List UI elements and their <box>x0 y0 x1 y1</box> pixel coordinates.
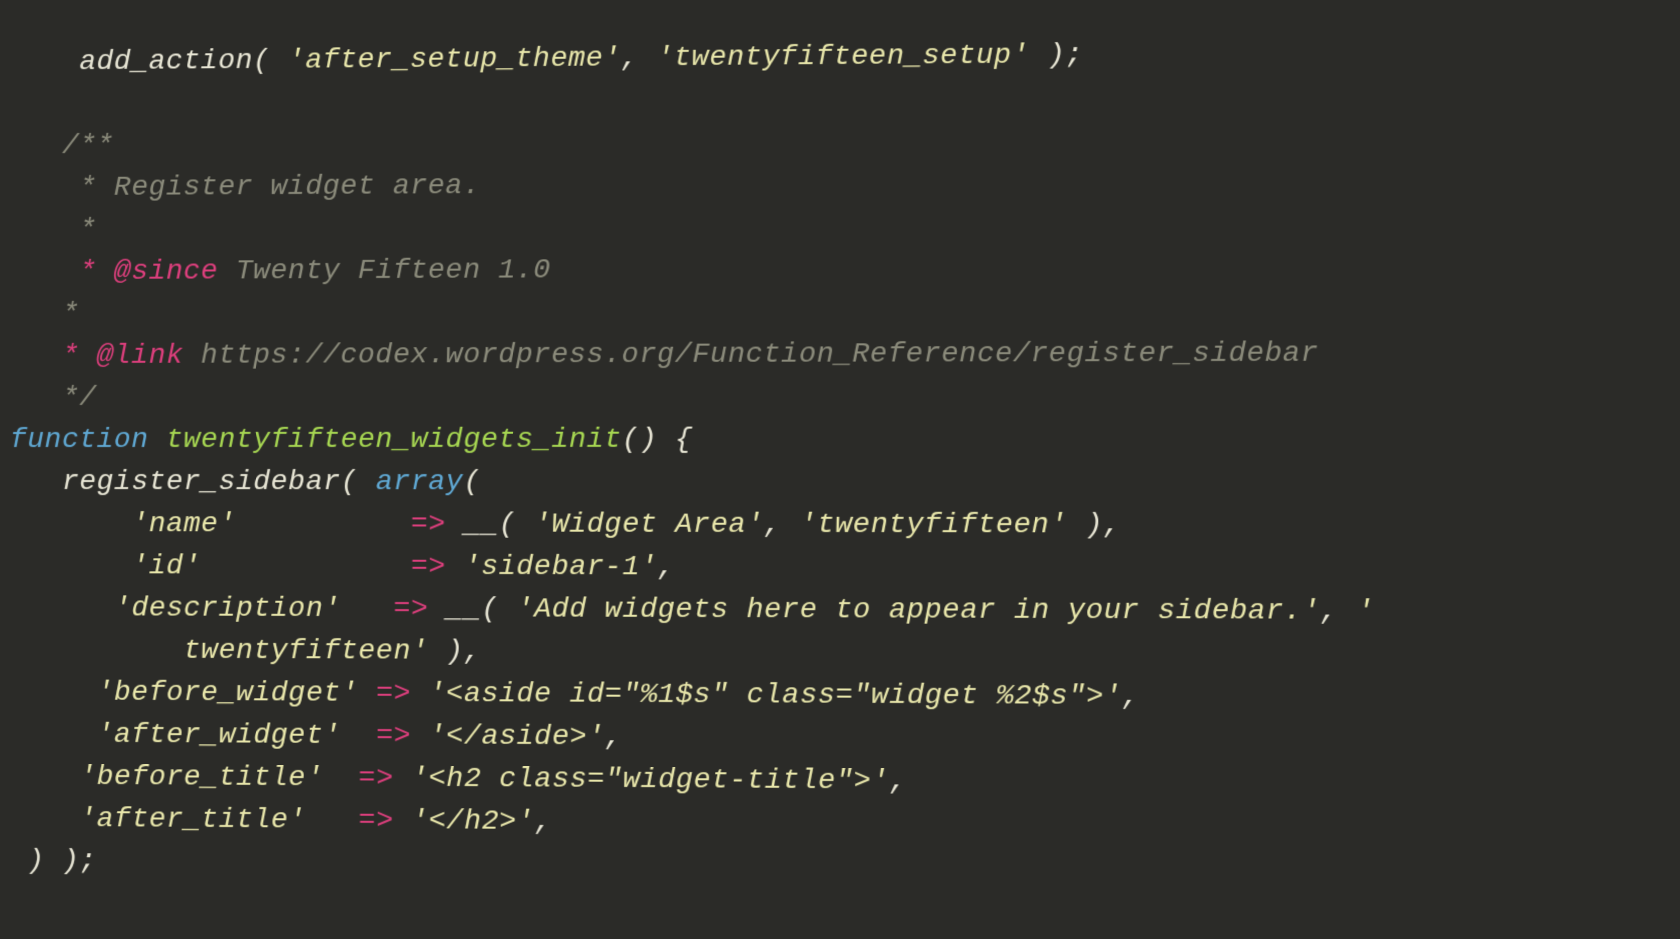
array-key: 'after_widget' <box>97 720 341 752</box>
arrow-op: => <box>376 679 411 710</box>
string-literal: '<aside id="%1$s" class="widget %2$s">' <box>429 679 1123 713</box>
string-literal: 'after_setup_theme' <box>288 43 621 76</box>
keyword-array: array <box>376 467 464 498</box>
arrow-op: => <box>411 509 446 540</box>
string-literal: '</h2>' <box>411 806 534 838</box>
code-line: * <box>10 215 97 246</box>
code-line: twentyfifteen' ), <box>10 635 481 668</box>
fn-call: __ <box>446 594 481 625</box>
string-literal: 'Add widgets here to appear in your side… <box>516 594 1320 628</box>
string-literal: twentyfifteen' <box>184 636 429 668</box>
fn-call: add_action <box>79 46 253 78</box>
code-line: 'before_widget' => '<aside id="%1$s" cla… <box>10 677 1140 713</box>
string-literal: 'Widget Area' <box>534 509 764 541</box>
array-key: 'after_title' <box>79 804 306 837</box>
arrow-op: => <box>358 763 393 794</box>
code-line: * <box>10 299 79 330</box>
fn-definition-name: twentyfifteen_widgets_init <box>166 425 622 456</box>
arrow-op: => <box>411 552 446 583</box>
doc-text: Twenty Fifteen 1.0 <box>218 255 551 287</box>
code-line: * Register widget area. <box>10 171 480 204</box>
closing-stmt: ) ); <box>27 846 96 878</box>
fn-call: __ <box>463 509 498 540</box>
code-line: 'name' => __( 'Widget Area', 'twentyfift… <box>10 509 1121 542</box>
array-key: 'name' <box>131 509 235 540</box>
code-line: 'id' => 'sidebar-1', <box>10 551 675 583</box>
doc-tag-link: * @link <box>45 341 184 372</box>
doc-comment-star: * <box>45 299 80 330</box>
arrow-op: => <box>359 806 394 838</box>
doc-tag-since: * @since <box>62 256 218 288</box>
array-key: 'description' <box>114 593 341 625</box>
doc-comment-line: * Register widget area. <box>62 171 480 204</box>
string-literal: '<h2 class="widget-title">' <box>411 764 889 798</box>
arrow-op: => <box>376 721 411 752</box>
code-content[interactable]: add_action( 'after_setup_theme', 'twenty… <box>10 30 1680 895</box>
code-line: 'after_title' => '</h2>', <box>10 804 552 839</box>
code-line: */ <box>10 383 97 414</box>
code-line: function twentyfifteen_widgets_init() { <box>10 425 693 456</box>
keyword-function: function <box>10 425 149 456</box>
code-line: 'after_widget' => '</aside>', <box>10 719 623 753</box>
code-line: ) ); <box>10 846 97 878</box>
array-key: 'before_widget' <box>97 678 359 710</box>
code-line: * @link https://codex.wordpress.org/Func… <box>10 338 1319 372</box>
code-editor-viewport[interactable]: add_action( 'after_setup_theme', 'twenty… <box>0 0 1680 939</box>
string-literal: '</aside>' <box>429 721 605 753</box>
code-line: 'before_title' => '<h2 class="widget-tit… <box>10 761 907 797</box>
array-key: 'id' <box>131 551 201 582</box>
code-line: * @since Twenty Fifteen 1.0 <box>10 255 551 288</box>
arrow-op: => <box>393 594 428 625</box>
fn-call: register_sidebar <box>62 467 341 498</box>
string-literal: 'twentyfifteen' <box>799 510 1067 542</box>
string-literal: 'twentyfifteen_setup' <box>656 40 1029 74</box>
doc-text: https://codex.wordpress.org/Function_Ref… <box>183 338 1318 371</box>
code-line: register_sidebar( array( <box>10 467 481 498</box>
doc-comment-star: * <box>62 215 97 246</box>
code-line: add_action( 'after_setup_theme', 'twenty… <box>10 40 1083 79</box>
code-line: /** <box>10 131 114 163</box>
code-line: 'description' => __( 'Add widgets here t… <box>10 593 1375 628</box>
doc-comment-close: */ <box>45 383 97 414</box>
doc-comment-open: /** <box>62 131 114 162</box>
array-key: 'before_title' <box>79 762 323 795</box>
string-literal: 'sidebar-1' <box>463 552 657 584</box>
